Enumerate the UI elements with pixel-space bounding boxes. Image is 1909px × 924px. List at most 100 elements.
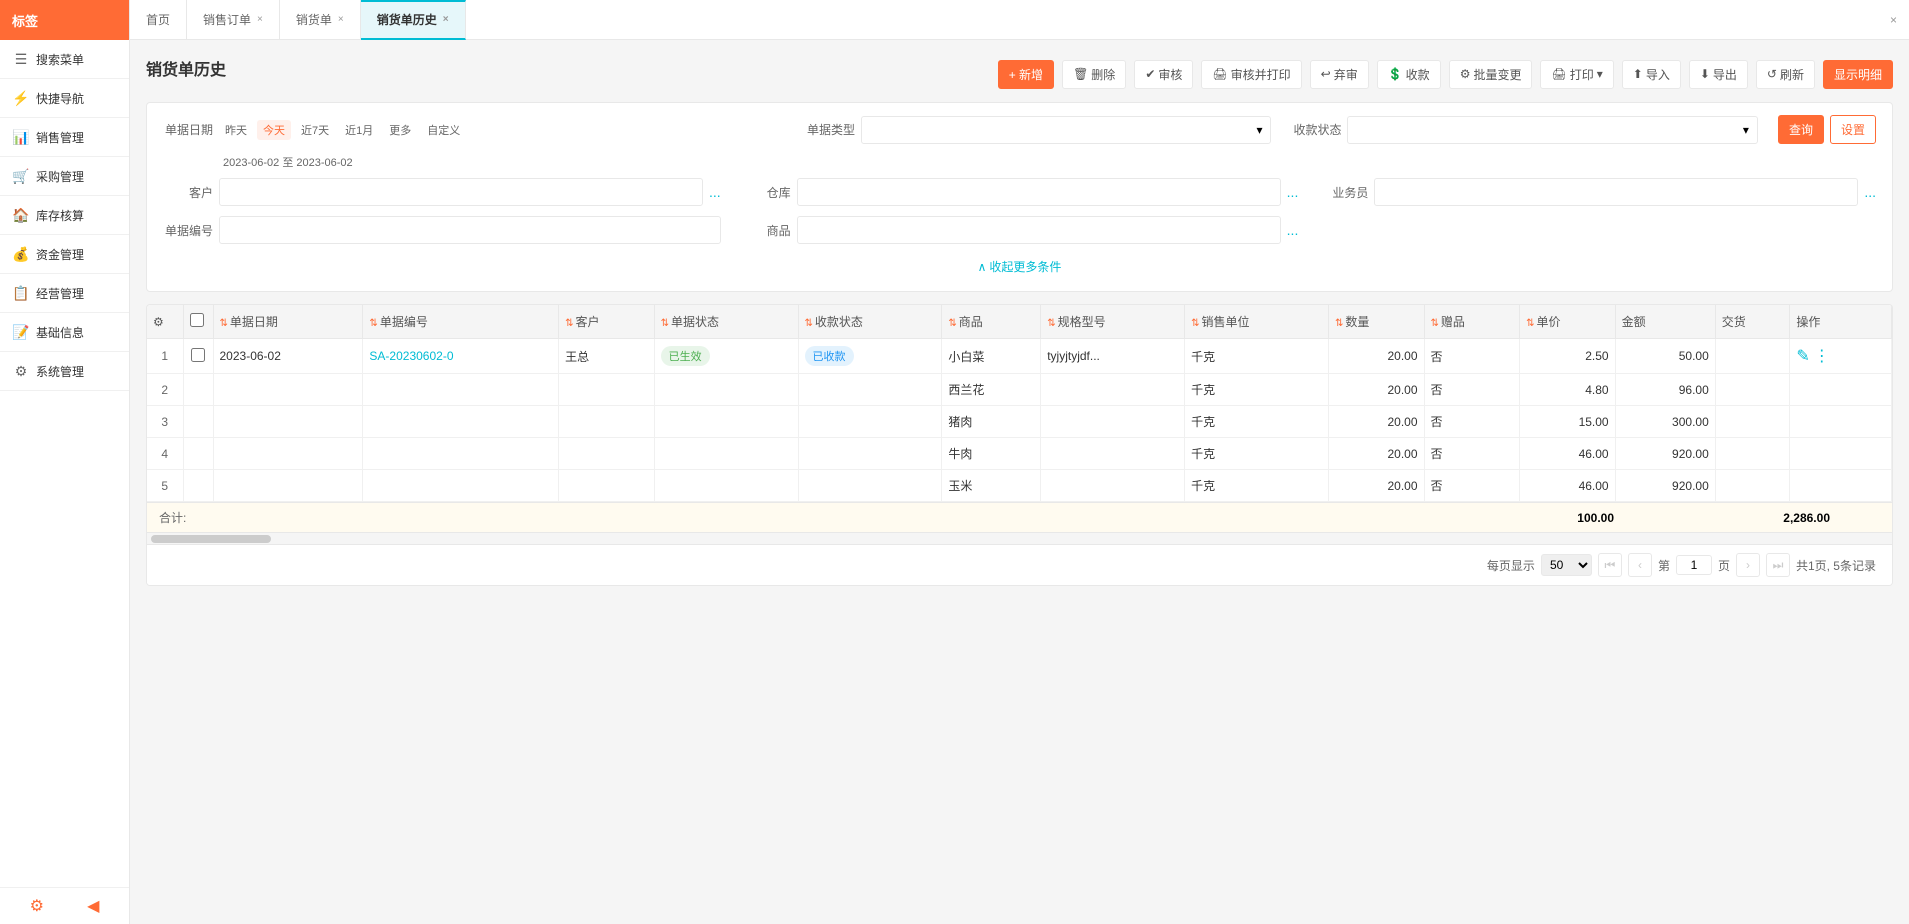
row-checkbox[interactable]	[183, 374, 213, 406]
select-all-checkbox[interactable]	[190, 313, 204, 327]
date-buttons: 昨天 今天 近7天 近1月 更多 自定义	[219, 120, 466, 140]
th-spec[interactable]: ⇅规格型号	[1041, 305, 1185, 339]
row-checkbox[interactable]	[183, 438, 213, 470]
tab-close-sales-order[interactable]: ×	[257, 14, 263, 25]
tab-sales-history[interactable]: 销货单历史 ×	[361, 0, 466, 40]
product-input[interactable]	[797, 216, 1281, 244]
sidebar-item-ops-mgmt[interactable]: 📋 经营管理	[0, 274, 129, 313]
th-gear[interactable]: ⚙	[147, 305, 183, 339]
audit-print-button[interactable]: 🖨 审核并打印	[1201, 60, 1301, 89]
th-date[interactable]: ⇅单据日期	[213, 305, 363, 339]
edit-btn[interactable]: ✎	[1796, 348, 1809, 365]
sidebar-item-inventory[interactable]: 🏠 库存核算	[0, 196, 129, 235]
th-doc-status[interactable]: ⇅单据状态	[654, 305, 798, 339]
delete-button[interactable]: 🗑 删除	[1062, 60, 1126, 89]
salesman-input[interactable]	[1374, 178, 1858, 206]
sidebar-item-fund-mgmt[interactable]: 💰 资金管理	[0, 235, 129, 274]
row-checkbox[interactable]	[183, 406, 213, 438]
th-doc-no[interactable]: ⇅单据编号	[363, 305, 559, 339]
tab-close-sales-delivery[interactable]: ×	[338, 14, 344, 25]
abandon-button[interactable]: ↩ 弃审	[1310, 60, 1369, 89]
row-doc-no[interactable]	[363, 470, 559, 502]
th-qty[interactable]: ⇅数量	[1329, 305, 1425, 339]
warehouse-select-btn[interactable]: ...	[1287, 184, 1299, 200]
date-btn-yesterday[interactable]: 昨天	[219, 120, 253, 140]
sales-icon: 📊	[12, 128, 30, 146]
th-gift[interactable]: ⇅赠品	[1424, 305, 1520, 339]
page-number-input[interactable]	[1676, 555, 1712, 575]
payment-status-select[interactable]: ▾	[1347, 116, 1757, 144]
sidebar-collapse-icon[interactable]: ◀	[87, 896, 99, 916]
basic-info-icon: 📝	[12, 323, 30, 341]
ops-icon: 📋	[12, 284, 30, 302]
sidebar-item-system-mgmt[interactable]: ⚙ 系统管理	[0, 352, 129, 391]
gear-icon[interactable]: ⚙	[153, 315, 164, 329]
doc-type-select[interactable]: ▾	[861, 116, 1271, 144]
th-product[interactable]: ⇅商品	[942, 305, 1041, 339]
table-footer: 合计: 100.00 2,286.00	[147, 502, 1892, 532]
scroll-bar[interactable]	[147, 532, 1892, 544]
sidebar-item-basic-info[interactable]: 📝 基础信息	[0, 313, 129, 352]
date-btn-today[interactable]: 今天	[257, 120, 291, 140]
date-btn-1month[interactable]: 近1月	[339, 120, 379, 140]
tab-home[interactable]: 首页	[130, 0, 187, 40]
collect-button[interactable]: 💲 收款	[1377, 60, 1441, 89]
row-checkbox[interactable]	[183, 339, 213, 374]
filter-row-3: 单据编号 商品 ...	[163, 216, 1876, 244]
sidebar-item-search-menu[interactable]: ☰ 搜索菜单	[0, 40, 129, 79]
doc-no-input[interactable]	[219, 216, 721, 244]
row-spec	[1041, 406, 1185, 438]
settings-filter-button[interactable]: 设置	[1830, 115, 1876, 144]
tab-sales-delivery[interactable]: 销货单 ×	[280, 0, 361, 40]
collapse-filters-btn[interactable]: ∧ 收起更多条件	[974, 254, 1066, 279]
sidebar-item-sales-mgmt[interactable]: 📊 销售管理	[0, 118, 129, 157]
salesman-select-btn[interactable]: ...	[1864, 184, 1876, 200]
sidebar-item-purchase-mgmt[interactable]: 🛒 采购管理	[0, 157, 129, 196]
show-detail-button[interactable]: 显示明细	[1823, 60, 1893, 89]
th-price[interactable]: ⇅单价	[1520, 305, 1616, 339]
date-btn-more[interactable]: 更多	[383, 120, 417, 140]
customer-input[interactable]	[219, 178, 703, 206]
sidebar-item-quick-nav[interactable]: ⚡ 快捷导航	[0, 79, 129, 118]
customer-select-btn[interactable]: ...	[709, 184, 721, 200]
filter-payment-status: 收款状态 ▾	[1291, 116, 1757, 144]
first-page-btn[interactable]: ⏮	[1598, 553, 1622, 577]
total-qty: 100.00	[1534, 511, 1614, 525]
row-date	[213, 406, 363, 438]
refresh-button[interactable]: ↺ 刷新	[1756, 60, 1815, 89]
row-checkbox[interactable]	[183, 470, 213, 502]
prev-page-btn[interactable]: ‹	[1628, 553, 1652, 577]
row-doc-no[interactable]: SA-20230602-0	[363, 339, 559, 374]
next-page-btn[interactable]: ›	[1736, 553, 1760, 577]
new-button[interactable]: + 新增	[998, 60, 1054, 89]
per-page-select[interactable]: 50 20 100	[1541, 554, 1592, 576]
scroll-thumb[interactable]	[151, 535, 271, 543]
total-info: 共1页, 5条记录	[1796, 557, 1876, 574]
batch-change-button[interactable]: ⚙ 批量变更	[1449, 60, 1533, 89]
import-button[interactable]: ⬆ 导入	[1622, 60, 1681, 89]
th-unit[interactable]: ⇅销售单位	[1185, 305, 1329, 339]
row-pay-status	[798, 470, 942, 502]
export-button[interactable]: ⬇ 导出	[1689, 60, 1748, 89]
row-doc-no[interactable]	[363, 438, 559, 470]
row-doc-no[interactable]	[363, 406, 559, 438]
audit-button[interactable]: ✔ 审核	[1134, 60, 1193, 89]
tab-sales-order[interactable]: 销售订单 ×	[187, 0, 280, 40]
row-doc-no[interactable]	[363, 374, 559, 406]
sort-icon: ⇅	[1526, 318, 1534, 329]
print-button[interactable]: 🖨 打印 ▾	[1540, 60, 1613, 89]
th-pay-status[interactable]: ⇅收款状态	[798, 305, 942, 339]
sidebar-item-label: 经营管理	[36, 285, 84, 302]
th-customer[interactable]: ⇅客户	[559, 305, 655, 339]
more-btn[interactable]: ⋮	[1814, 348, 1830, 365]
doc-type-label: 单据类型	[805, 121, 855, 138]
sidebar-settings-icon[interactable]: ⚙	[30, 896, 44, 916]
product-select-btn[interactable]: ...	[1287, 222, 1299, 238]
date-btn-custom[interactable]: 自定义	[421, 120, 466, 140]
query-button[interactable]: 查询	[1778, 115, 1824, 144]
warehouse-input[interactable]	[797, 178, 1281, 206]
date-btn-7days[interactable]: 近7天	[295, 120, 335, 140]
close-all-tabs[interactable]: ×	[1878, 13, 1909, 27]
last-page-btn[interactable]: ⏭	[1766, 553, 1790, 577]
tab-close-sales-history[interactable]: ×	[443, 14, 449, 25]
